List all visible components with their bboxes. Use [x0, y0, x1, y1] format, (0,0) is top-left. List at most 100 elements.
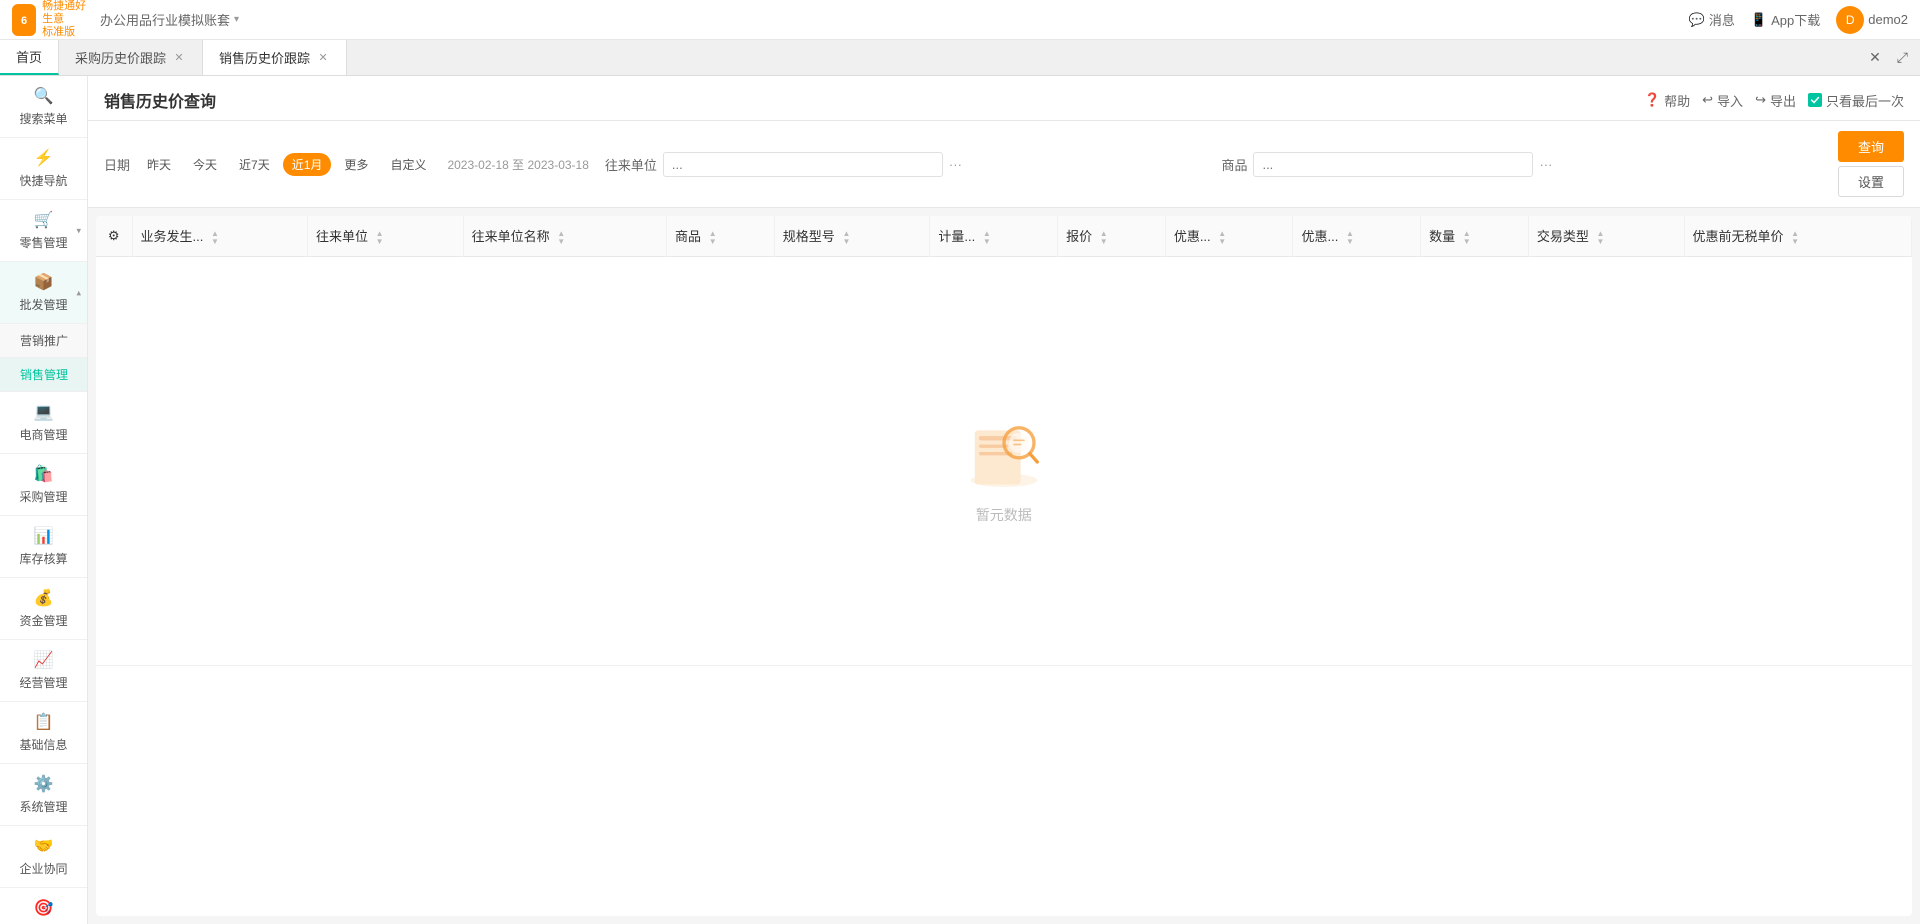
- date-filter-group: 日期 昨天 今天 近7天 近1月 更多 自定义 2023-02-18 至 202…: [104, 153, 589, 176]
- col-settings[interactable]: ⚙: [96, 216, 132, 256]
- help-button[interactable]: ❓ 帮助: [1644, 91, 1690, 110]
- col-biz-date[interactable]: 业务发生... ▲▼: [132, 216, 308, 256]
- logo-area: 6 畅捷通好生意 标准版: [12, 0, 92, 39]
- filter-bar: 日期 昨天 今天 近7天 近1月 更多 自定义 2023-02-18 至 202…: [88, 121, 1920, 208]
- workspace-dropdown-icon[interactable]: ▾: [234, 14, 239, 25]
- sidebar-wholesale-sub: 营销推广 销售管理: [0, 324, 88, 392]
- close-purchase-tab-button[interactable]: ✕: [172, 51, 186, 65]
- tab-extra-controls: ✕ ⤢: [1857, 40, 1920, 75]
- sort-party-name-icon: ▲▼: [557, 230, 565, 246]
- sidebar-item-basic[interactable]: 📋 基础信息: [0, 702, 87, 764]
- party-filter-group: 往来单位 ···: [605, 152, 1206, 177]
- page-header-actions: ❓ 帮助 ↩ 导入 ↪ 导出 只看最后一次: [1644, 91, 1904, 110]
- date-btn-7days[interactable]: 近7天: [230, 153, 279, 176]
- sort-trade-type-icon: ▲▼: [1597, 230, 1605, 246]
- sidebar: 🔍 搜索菜单 ⚡ 快捷导航 🛒 零售管理 ▾ 📦 批发管理 ▴ 营销推广 销售管…: [0, 76, 88, 924]
- only-last-checkbox[interactable]: 只看最后一次: [1808, 91, 1904, 110]
- data-table: ⚙ 业务发生... ▲▼ 往来单位 ▲▼ 往来单位名称: [96, 216, 1912, 666]
- col-spec[interactable]: 规格型号 ▲▼: [774, 216, 930, 256]
- sort-unit-icon: ▲▼: [983, 230, 991, 246]
- sidebar-item-inventory[interactable]: 📊 库存核算: [0, 516, 87, 578]
- purchase-icon: 🛍️: [34, 464, 54, 484]
- col-goods[interactable]: 商品 ▲▼: [667, 216, 775, 256]
- sidebar-item-quick-nav-label: 快捷导航: [19, 172, 67, 189]
- sidebar-item-ecommerce[interactable]: 💻 电商管理: [0, 392, 87, 454]
- settings-button[interactable]: 设置: [1838, 166, 1904, 197]
- date-btn-today[interactable]: 今天: [184, 153, 226, 176]
- sort-quantity-icon: ▲▼: [1463, 230, 1471, 246]
- date-btn-yesterday[interactable]: 昨天: [138, 153, 180, 176]
- search-button[interactable]: 查询: [1838, 131, 1904, 162]
- close-sales-tab-button[interactable]: ✕: [316, 51, 330, 65]
- import-button[interactable]: ↩ 导入: [1702, 91, 1743, 110]
- col-discount2[interactable]: 优惠... ▲▼: [1293, 216, 1421, 256]
- logo-text: 畅捷通好生意 标准版: [42, 0, 92, 39]
- goods-filter-label: 商品: [1221, 155, 1247, 174]
- col-trade-type[interactable]: 交易类型 ▲▼: [1528, 216, 1684, 256]
- col-discount1[interactable]: 优惠... ▲▼: [1165, 216, 1293, 256]
- ecommerce-icon: 💻: [34, 402, 54, 422]
- tab-home[interactable]: 首页: [0, 40, 59, 75]
- col-quantity[interactable]: 数量 ▲▼: [1421, 216, 1529, 256]
- import-icon: ↩: [1702, 92, 1713, 108]
- table-wrapper: ⚙ 业务发生... ▲▼ 往来单位 ▲▼ 往来单位名称: [96, 216, 1912, 916]
- table-header-row: ⚙ 业务发生... ▲▼ 往来单位 ▲▼ 往来单位名称: [96, 216, 1912, 256]
- sidebar-item-quick-nav[interactable]: ⚡ 快捷导航: [0, 138, 87, 200]
- avatar: D: [1836, 6, 1864, 34]
- date-btn-more[interactable]: 更多: [335, 153, 377, 176]
- sidebar-item-finance[interactable]: 💰 资金管理: [0, 578, 87, 640]
- party-input[interactable]: [663, 152, 943, 177]
- sidebar-item-search-label: 搜索菜单: [19, 110, 67, 127]
- top-bar-right: 💬 消息 📱 App下载 D demo2: [1689, 6, 1908, 34]
- message-icon: 💬: [1689, 12, 1705, 28]
- workspace-title[interactable]: 办公用品行业模拟账套 ▾: [100, 10, 239, 29]
- sidebar-item-retail[interactable]: 🛒 零售管理 ▾: [0, 200, 87, 262]
- sidebar-item-inventory-label: 库存核算: [19, 550, 67, 567]
- tab-purchase-history[interactable]: 采购历史价跟踪 ✕: [59, 40, 203, 75]
- export-button[interactable]: ↪ 导出: [1755, 91, 1796, 110]
- goods-filter-group: 商品 ···: [1221, 152, 1822, 177]
- sidebar-item-finance-label: 资金管理: [19, 612, 67, 629]
- col-party-code[interactable]: 往来单位 ▲▼: [308, 216, 464, 256]
- sidebar-sub-item-sales-mgmt[interactable]: 销售管理: [0, 358, 88, 392]
- tab-sales-history[interactable]: 销售历史价跟踪 ✕: [203, 40, 347, 75]
- svg-text:6: 6: [21, 15, 27, 27]
- page-header: 销售历史价查询 ❓ 帮助 ↩ 导入 ↪ 导出: [88, 76, 1920, 121]
- ops-icon: 📈: [34, 650, 54, 670]
- sidebar-item-wholesale[interactable]: 📦 批发管理 ▴: [0, 262, 87, 324]
- goods-filter-ellipsis[interactable]: ···: [1539, 157, 1552, 172]
- message-button[interactable]: 💬 消息: [1689, 10, 1735, 29]
- tab-bar: 首页 采购历史价跟踪 ✕ 销售历史价跟踪 ✕ ✕ ⤢: [0, 40, 1920, 76]
- goods-input[interactable]: [1253, 152, 1533, 177]
- sidebar-item-ops-label: 经营管理: [19, 674, 67, 691]
- wholesale-icon: 📦: [34, 272, 54, 292]
- download-icon: 📱: [1751, 12, 1767, 28]
- page-title: 销售历史价查询: [104, 88, 216, 112]
- sidebar-item-newbie[interactable]: 🎯 新手引导: [0, 888, 87, 924]
- date-btn-custom[interactable]: 自定义: [381, 153, 435, 176]
- col-unit[interactable]: 计量... ▲▼: [930, 216, 1058, 256]
- home-tab-label: 首页: [16, 47, 42, 66]
- sidebar-item-enterprise[interactable]: 🤝 企业协同: [0, 826, 87, 888]
- sidebar-item-system[interactable]: ⚙️ 系统管理: [0, 764, 87, 826]
- sidebar-sub-item-marketing[interactable]: 营销推广: [0, 324, 88, 358]
- sort-biz-date-icon: ▲▼: [211, 230, 219, 246]
- maximize-button[interactable]: ⤢: [1893, 45, 1912, 70]
- settings-col-icon[interactable]: ⚙: [108, 228, 120, 243]
- party-filter-ellipsis[interactable]: ···: [949, 157, 962, 172]
- sidebar-item-purchase[interactable]: 🛍️ 采购管理: [0, 454, 87, 516]
- sales-history-tab-label: 销售历史价跟踪: [219, 48, 310, 67]
- sidebar-item-ops[interactable]: 📈 经营管理: [0, 640, 87, 702]
- user-avatar[interactable]: D demo2: [1836, 6, 1908, 34]
- sidebar-item-purchase-label: 采购管理: [19, 488, 67, 505]
- content-area: 销售历史价查询 ❓ 帮助 ↩ 导入 ↪ 导出: [88, 76, 1920, 924]
- date-btn-1month[interactable]: 近1月: [283, 153, 332, 176]
- col-no-tax-price[interactable]: 优惠前无税单价 ▲▼: [1684, 216, 1912, 256]
- col-price[interactable]: 报价 ▲▼: [1058, 216, 1166, 256]
- app-download-button[interactable]: 📱 App下载: [1751, 10, 1820, 29]
- col-party-name[interactable]: 往来单位名称 ▲▼: [463, 216, 666, 256]
- sort-goods-icon: ▲▼: [709, 230, 717, 246]
- close-all-tabs-button[interactable]: ✕: [1865, 45, 1885, 70]
- sidebar-item-search[interactable]: 🔍 搜索菜单: [0, 76, 87, 138]
- party-filter-label: 往来单位: [605, 155, 657, 174]
